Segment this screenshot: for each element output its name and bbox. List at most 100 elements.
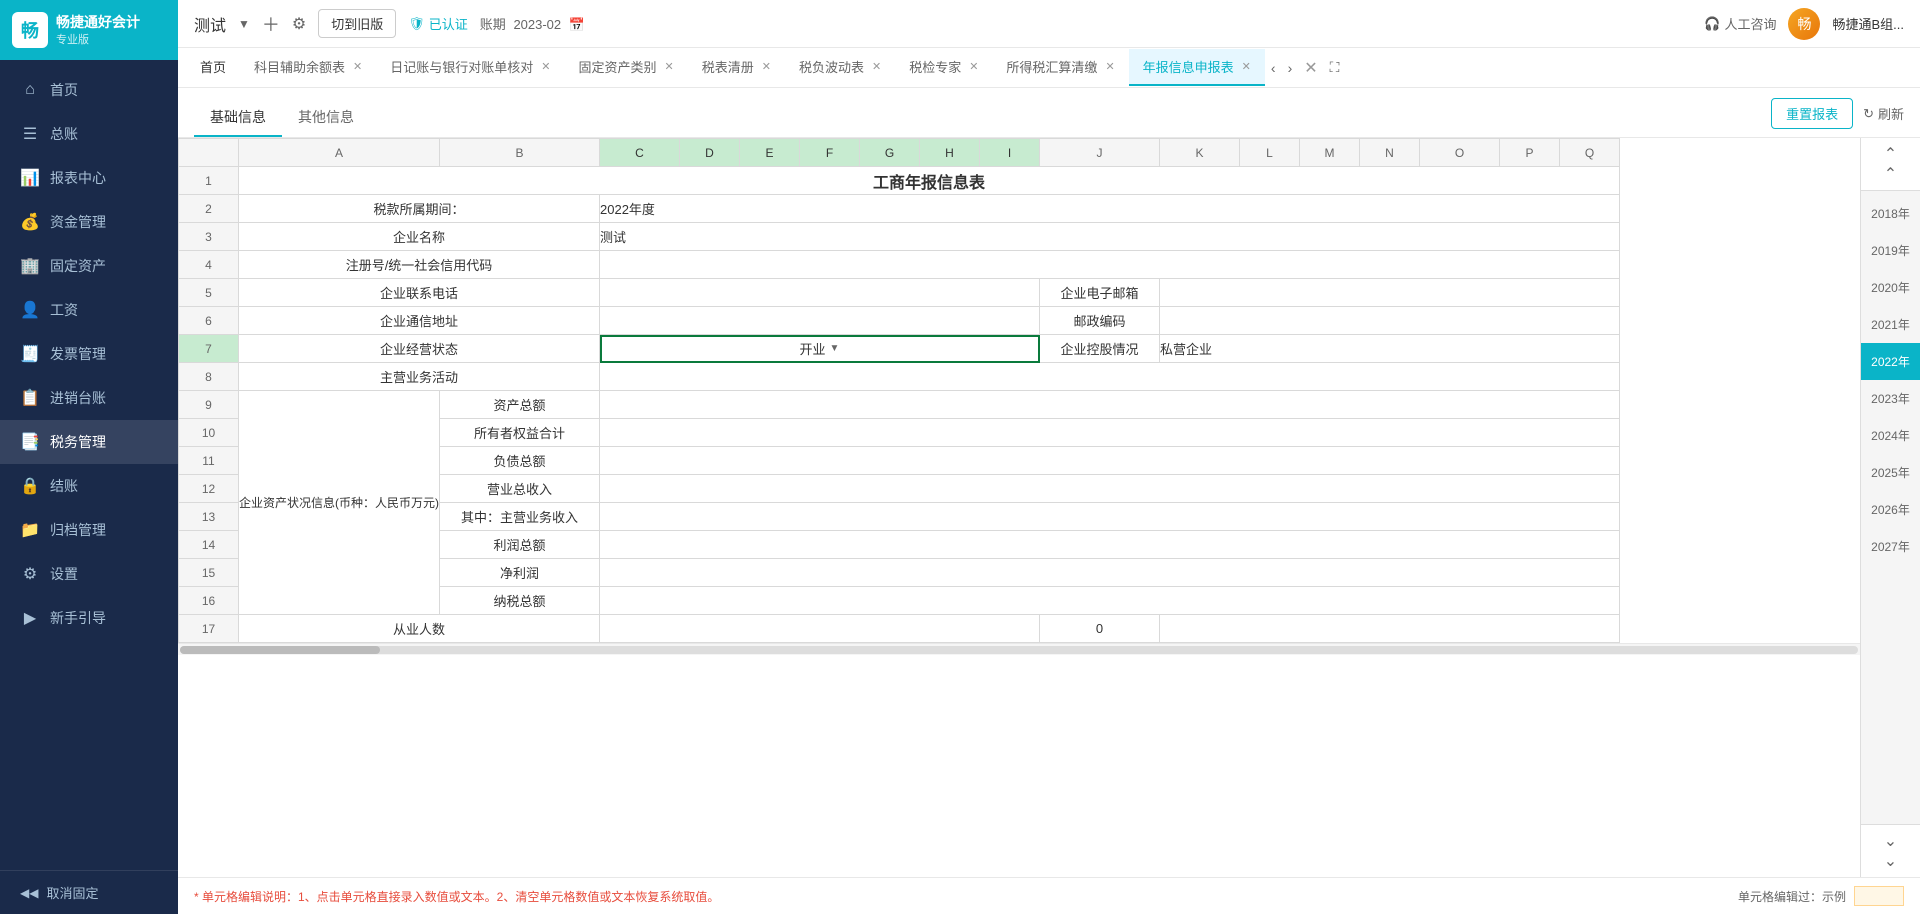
col-header-M[interactable]: M bbox=[1300, 139, 1360, 167]
tab-tax-settle[interactable]: 所得税汇算清缴 ✕ bbox=[992, 49, 1128, 86]
year-item-2023[interactable]: 2023年 bbox=[1861, 380, 1920, 417]
col-header-H[interactable]: H bbox=[920, 139, 980, 167]
sidebar-item-wage[interactable]: 👤 工资 bbox=[0, 288, 178, 332]
col-header-A[interactable]: A bbox=[239, 139, 440, 167]
year-item-2020[interactable]: 2020年 bbox=[1861, 269, 1920, 306]
tab-fixed-asset-close[interactable]: ✕ bbox=[665, 60, 674, 73]
col-header-K[interactable]: K bbox=[1160, 139, 1240, 167]
cell-13-value[interactable] bbox=[600, 503, 1620, 531]
col-header-G[interactable]: G bbox=[860, 139, 920, 167]
service-button[interactable]: 🎧 人工咨询 bbox=[1704, 14, 1776, 33]
tab-home[interactable]: 首页 bbox=[186, 49, 240, 86]
col-header-O[interactable]: O bbox=[1420, 139, 1500, 167]
topbar-dropdown[interactable]: ▼ bbox=[238, 17, 250, 31]
tab-fixed-asset[interactable]: 固定资产类别 ✕ bbox=[564, 49, 687, 86]
tab-prev-button[interactable]: ‹ bbox=[1265, 56, 1282, 80]
year-item-2027[interactable]: 2027年 bbox=[1861, 528, 1920, 565]
sidebar-item-guide[interactable]: ▶ 新手引导 bbox=[0, 596, 178, 640]
spreadsheet-container[interactable]: A B C D E F G H I J K L bbox=[178, 138, 1860, 877]
sidebar-item-report[interactable]: 📊 报表中心 bbox=[0, 156, 178, 200]
topbar-gear-icon[interactable]: ⚙ bbox=[292, 14, 306, 34]
tab-aux-close[interactable]: ✕ bbox=[353, 60, 362, 73]
cell-17-val1[interactable] bbox=[600, 615, 1040, 643]
tab-tax-wave[interactable]: 税负波动表 ✕ bbox=[785, 49, 895, 86]
cell-16-value[interactable] bbox=[600, 587, 1620, 615]
year-item-2018[interactable]: 2018年 bbox=[1861, 195, 1920, 232]
sub-tab-other[interactable]: 其他信息 bbox=[282, 99, 370, 137]
sidebar-item-purchase[interactable]: 📋 进销台账 bbox=[0, 376, 178, 420]
tab-tax-form-close[interactable]: ✕ bbox=[762, 60, 771, 73]
sidebar-item-fixed[interactable]: 🏢 固定资产 bbox=[0, 244, 178, 288]
switch-version-button[interactable]: 切到旧版 bbox=[318, 9, 396, 38]
year-item-2021[interactable]: 2021年 bbox=[1861, 306, 1920, 343]
col-header-N[interactable]: N bbox=[1360, 139, 1420, 167]
cell-12-value[interactable] bbox=[600, 475, 1620, 503]
cell-14-value[interactable] bbox=[600, 531, 1620, 559]
cell-7-status[interactable]: 开业 ▼ bbox=[600, 335, 1040, 363]
cell-10-value[interactable] bbox=[600, 419, 1620, 447]
tab-aux[interactable]: 科目辅助余额表 ✕ bbox=[240, 49, 376, 86]
cell-4-value[interactable] bbox=[600, 251, 1620, 279]
tab-tax-expert[interactable]: 税检专家 ✕ bbox=[895, 49, 992, 86]
sidebar-item-settings[interactable]: ⚙ 设置 bbox=[0, 552, 178, 596]
col-header-L[interactable]: L bbox=[1240, 139, 1300, 167]
col-header-J[interactable]: J bbox=[1040, 139, 1160, 167]
cell-5-phone[interactable] bbox=[600, 279, 1040, 307]
cell-11-value[interactable] bbox=[600, 447, 1620, 475]
cell-15-value[interactable] bbox=[600, 559, 1620, 587]
refresh-button[interactable]: ↻ 刷新 bbox=[1863, 104, 1904, 123]
hscroll-track[interactable] bbox=[180, 646, 1858, 654]
tab-annual[interactable]: 年报信息申报表 ✕ bbox=[1129, 49, 1265, 86]
tab-tax-settle-close[interactable]: ✕ bbox=[1105, 60, 1114, 73]
year-item-2024[interactable]: 2024年 bbox=[1861, 417, 1920, 454]
col-header-I[interactable]: I bbox=[980, 139, 1040, 167]
tab-close-all-button[interactable]: ✕ bbox=[1298, 54, 1323, 82]
tab-annual-close[interactable]: ✕ bbox=[1242, 60, 1251, 73]
year-item-2025[interactable]: 2025年 bbox=[1861, 454, 1920, 491]
tab-tax-form[interactable]: 税表清册 ✕ bbox=[688, 49, 785, 86]
col-header-P[interactable]: P bbox=[1500, 139, 1560, 167]
year-item-2019[interactable]: 2019年 bbox=[1861, 232, 1920, 269]
col-header-E[interactable]: E bbox=[740, 139, 800, 167]
year-item-2022[interactable]: 2022年 bbox=[1861, 343, 1920, 380]
cell-9-value[interactable] bbox=[600, 391, 1620, 419]
sub-tab-basic[interactable]: 基础信息 bbox=[194, 99, 282, 137]
topbar-add-button[interactable]: ＋ bbox=[262, 11, 280, 37]
col-header-C[interactable]: C bbox=[600, 139, 680, 167]
cell-17-zero[interactable]: 0 bbox=[1040, 615, 1160, 643]
cell-6-addr[interactable] bbox=[600, 307, 1040, 335]
col-header-D[interactable]: D bbox=[680, 139, 740, 167]
tab-tax-wave-close[interactable]: ✕ bbox=[872, 60, 881, 73]
cell-2-value[interactable]: 2022年度 bbox=[600, 195, 1620, 223]
col-header-F[interactable]: F bbox=[800, 139, 860, 167]
year-nav-up-button[interactable]: ⌃⌃ bbox=[1861, 138, 1920, 191]
col-header-B[interactable]: B bbox=[440, 139, 600, 167]
sidebar-item-invoice[interactable]: 🧾 发票管理 bbox=[0, 332, 178, 376]
cell-6-zip[interactable] bbox=[1160, 307, 1620, 335]
year-nav-down-button[interactable]: ⌄⌄ bbox=[1861, 824, 1920, 877]
col-header-Q[interactable]: Q bbox=[1560, 139, 1620, 167]
tab-expand-button[interactable]: ⛶ bbox=[1324, 55, 1346, 80]
sidebar-item-fund[interactable]: 💰 资金管理 bbox=[0, 200, 178, 244]
row-num-9: 9 bbox=[179, 391, 239, 419]
sidebar-item-archive[interactable]: 📁 归档管理 bbox=[0, 508, 178, 552]
tab-next-button[interactable]: › bbox=[1282, 56, 1299, 80]
tab-journal[interactable]: 日记账与银行对账单核对 ✕ bbox=[376, 49, 564, 86]
year-item-2026[interactable]: 2026年 bbox=[1861, 491, 1920, 528]
horizontal-scrollbar[interactable] bbox=[178, 643, 1860, 655]
sidebar-item-home[interactable]: ⌂ 首页 bbox=[0, 68, 178, 112]
sidebar-item-tax[interactable]: 📑 税务管理 bbox=[0, 420, 178, 464]
cell-3-value[interactable]: 测试 bbox=[600, 223, 1620, 251]
cell-17-val2[interactable] bbox=[1160, 615, 1620, 643]
tab-tax-expert-close[interactable]: ✕ bbox=[969, 60, 978, 73]
tab-journal-close[interactable]: ✕ bbox=[541, 60, 550, 73]
sidebar-pin-button[interactable]: ◀◀ 取消固定 bbox=[0, 870, 178, 914]
cell-title[interactable]: 工商年报信息表 bbox=[239, 167, 1620, 195]
hscroll-thumb[interactable] bbox=[180, 646, 380, 654]
reset-button[interactable]: 重置报表 bbox=[1771, 98, 1853, 129]
sidebar-item-close[interactable]: 🔒 结账 bbox=[0, 464, 178, 508]
sidebar-item-ledger[interactable]: ☰ 总账 bbox=[0, 112, 178, 156]
cell-7-holding[interactable]: 私营企业 bbox=[1160, 335, 1620, 363]
cell-5-email[interactable] bbox=[1160, 279, 1620, 307]
cell-8-value[interactable] bbox=[600, 363, 1620, 391]
